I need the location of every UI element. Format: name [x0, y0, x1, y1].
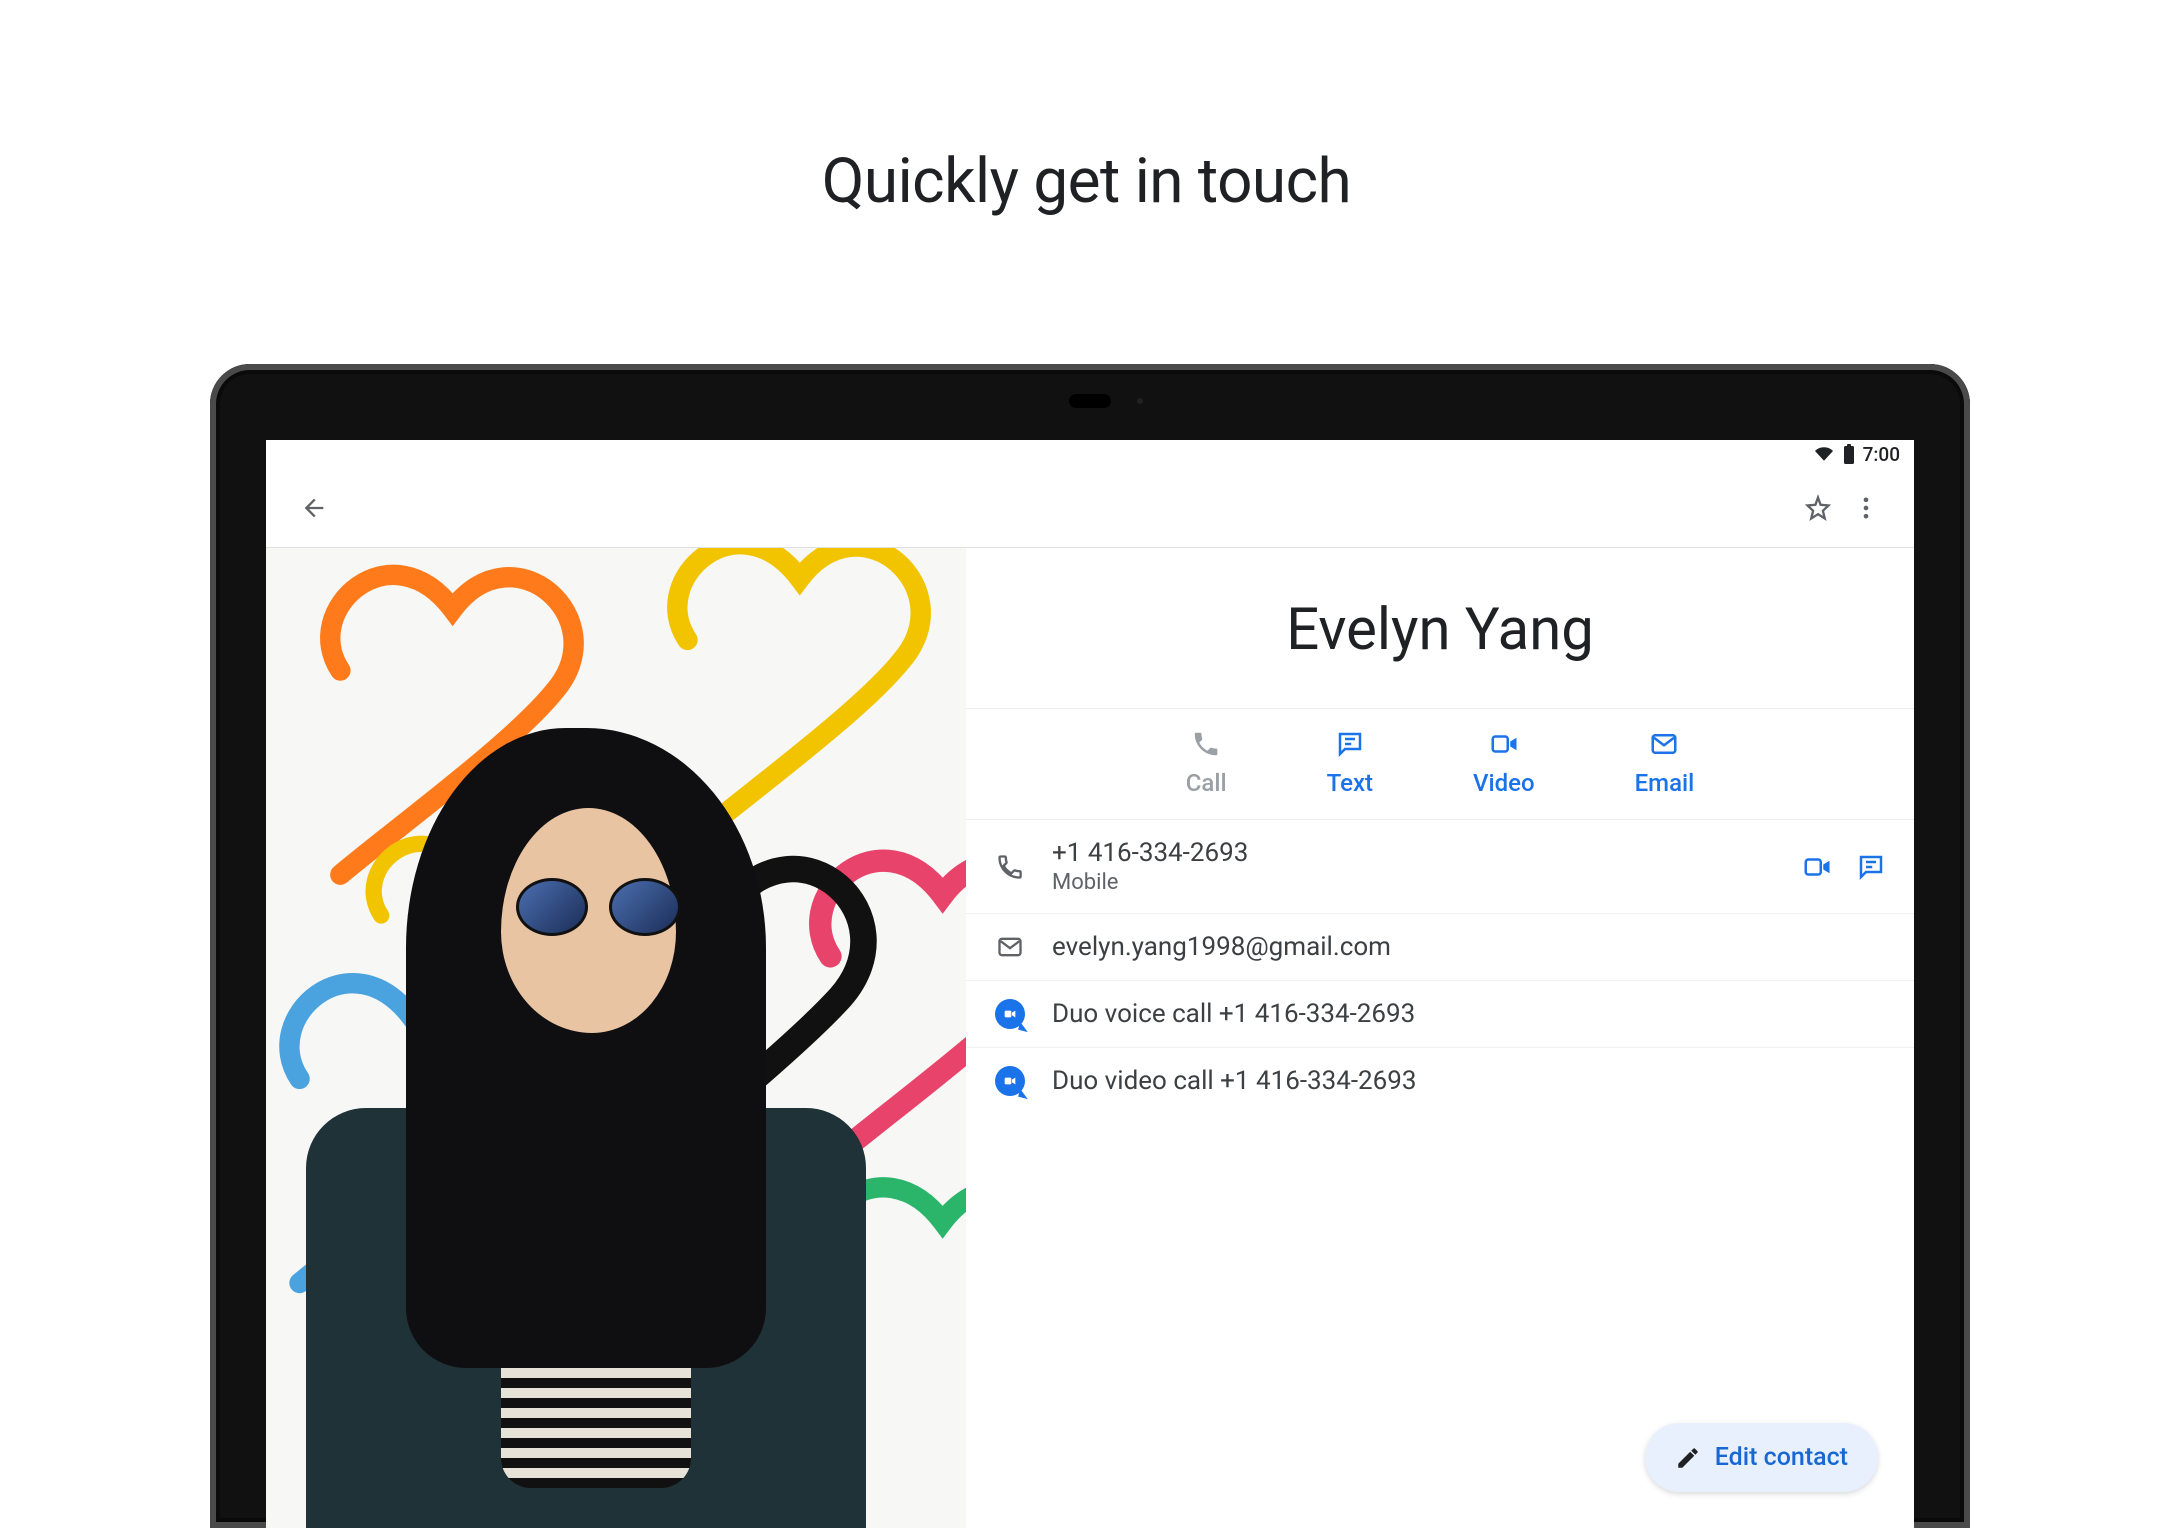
- edit-contact-fab[interactable]: Edit contact: [1645, 1423, 1878, 1492]
- app-bar: [266, 468, 1914, 548]
- photo-subject: [266, 548, 966, 1528]
- favorite-button[interactable]: [1794, 484, 1842, 532]
- wifi-icon: [1813, 445, 1835, 463]
- detail-list: +1 416-334-2693 Mobile evelyn.yang1998@g…: [966, 820, 1914, 1114]
- row-message-button[interactable]: [1856, 852, 1886, 882]
- contact-details: Evelyn Yang Call Text Video: [966, 548, 1914, 1528]
- row-video-button[interactable]: [1802, 852, 1832, 882]
- email-icon: [1649, 729, 1679, 759]
- call-action[interactable]: Call: [1186, 729, 1227, 797]
- duo-icon: [994, 1066, 1026, 1096]
- call-label: Call: [1186, 769, 1227, 797]
- status-time: 7:00: [1863, 443, 1900, 466]
- phone-outline-icon: [994, 853, 1026, 881]
- email-row[interactable]: evelyn.yang1998@gmail.com: [966, 914, 1914, 981]
- phone-number: +1 416-334-2693: [1052, 838, 1776, 868]
- video-icon: [1489, 729, 1519, 759]
- status-bar: 7:00: [266, 440, 1914, 468]
- duo-voice-row[interactable]: Duo voice call +1 416-334-2693: [966, 981, 1914, 1048]
- duo-video-text: Duo video call +1 416-334-2693: [1052, 1066, 1886, 1096]
- message-icon: [1335, 729, 1365, 759]
- battery-icon: [1843, 444, 1855, 464]
- content-area: Evelyn Yang Call Text Video: [266, 548, 1914, 1528]
- tablet-frame: 7:00: [210, 364, 1970, 1528]
- video-label: Video: [1473, 769, 1535, 797]
- contact-photo[interactable]: [266, 548, 966, 1528]
- duo-video-row[interactable]: Duo video call +1 416-334-2693: [966, 1048, 1914, 1114]
- phone-type: Mobile: [1052, 870, 1776, 895]
- email-outline-icon: [994, 933, 1026, 961]
- tablet-camera: [1069, 394, 1111, 408]
- duo-icon: [994, 999, 1026, 1029]
- phone-row[interactable]: +1 416-334-2693 Mobile: [966, 820, 1914, 914]
- quick-actions: Call Text Video Email: [966, 709, 1914, 820]
- email-action[interactable]: Email: [1635, 729, 1695, 797]
- screen: 7:00: [266, 440, 1914, 1528]
- duo-voice-text: Duo voice call +1 416-334-2693: [1052, 999, 1886, 1029]
- email-label: Email: [1635, 769, 1695, 797]
- text-action[interactable]: Text: [1327, 729, 1373, 797]
- more-options-button[interactable]: [1842, 484, 1890, 532]
- video-action[interactable]: Video: [1473, 729, 1535, 797]
- promo-title: Quickly get in touch: [0, 0, 2173, 218]
- phone-icon: [1191, 729, 1221, 759]
- edit-icon: [1675, 1445, 1701, 1471]
- email-address: evelyn.yang1998@gmail.com: [1052, 932, 1886, 962]
- contact-name: Evelyn Yang: [966, 548, 1914, 709]
- edit-contact-label: Edit contact: [1715, 1443, 1848, 1472]
- text-label: Text: [1327, 769, 1373, 797]
- back-button[interactable]: [290, 484, 338, 532]
